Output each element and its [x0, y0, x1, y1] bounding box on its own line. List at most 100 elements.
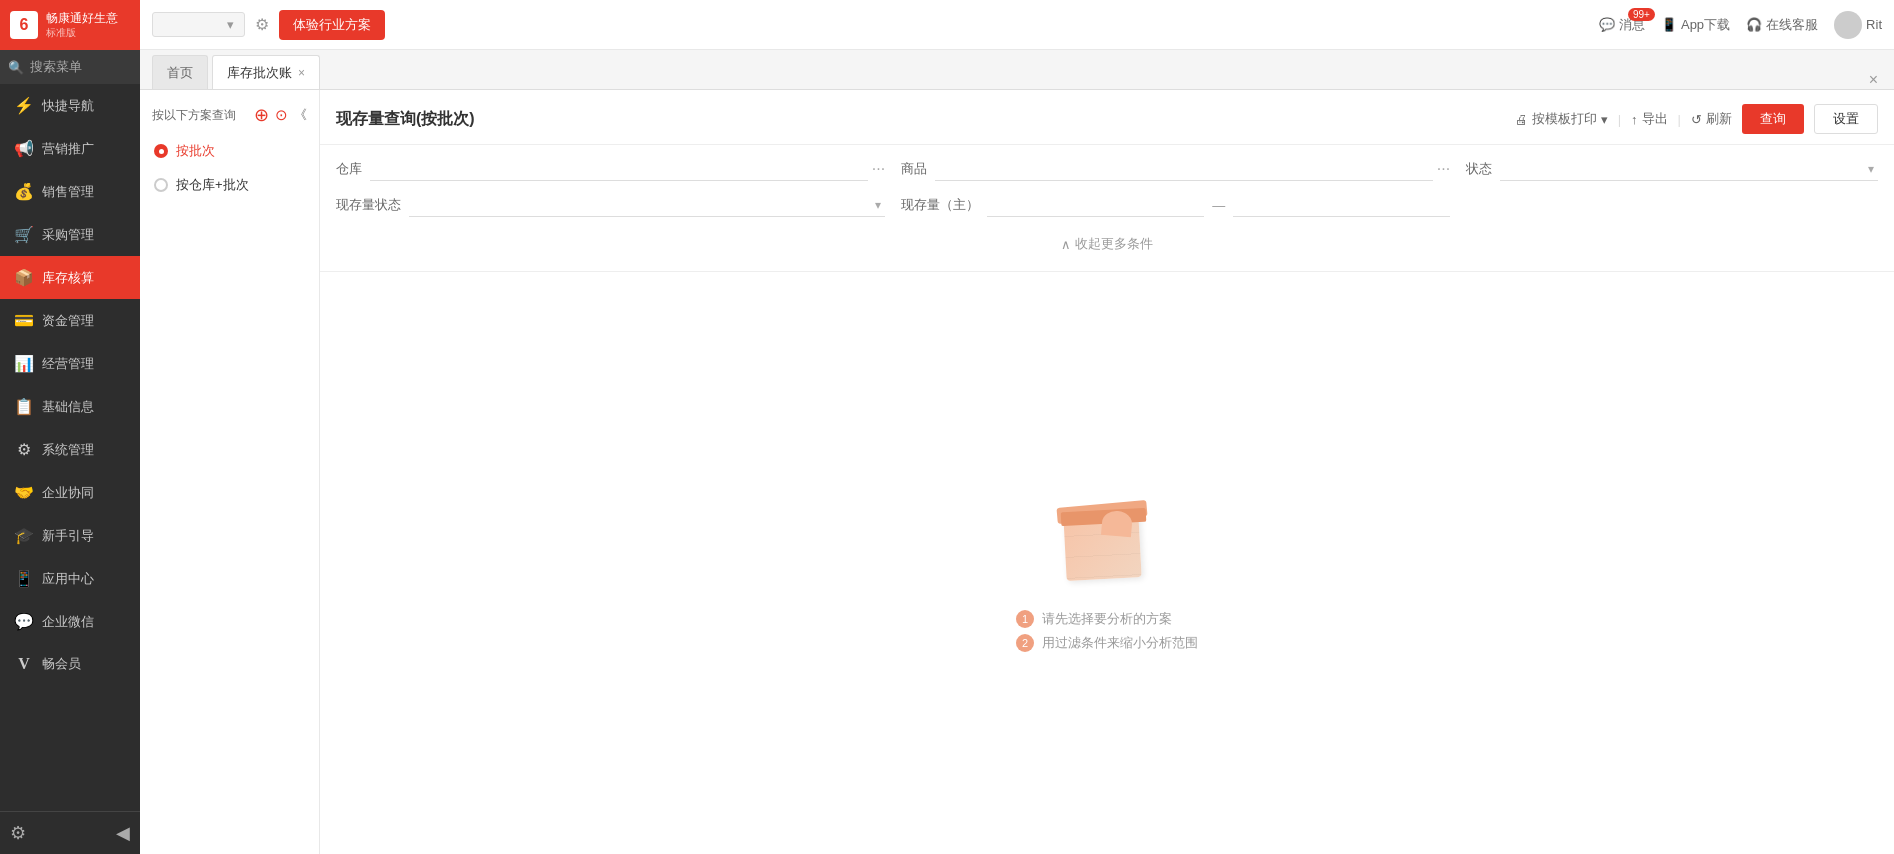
sidebar-item-purchase[interactable]: 🛒 采购管理: [0, 213, 140, 256]
newbie-icon: 🎓: [14, 526, 34, 545]
scheme-settings-btn[interactable]: ⊙: [275, 106, 288, 124]
quick-nav-icon: ⚡: [14, 96, 34, 115]
sidebar-item-system[interactable]: ⚙ 系统管理: [0, 428, 140, 471]
tab-close-icon[interactable]: ×: [298, 66, 305, 80]
warehouse-label: 仓库: [336, 160, 362, 178]
empty-hint-2: 2 用过滤条件来缩小分析范围: [1016, 634, 1198, 652]
hint-text-2: 用过滤条件来缩小分析范围: [1042, 634, 1198, 652]
tab-batch-account[interactable]: 库存批次账 ×: [212, 55, 320, 89]
sidebar-item-label: 资金管理: [42, 312, 94, 330]
app-version: 标准版: [46, 26, 118, 40]
sidebar-item-label: 库存核算: [42, 269, 94, 287]
inventory-qty-range: —: [987, 193, 1450, 217]
sidebar-brand: 畅康通好生意 标准版: [46, 10, 118, 41]
main-container: ▾ ⚙ 体验行业方案 💬 消息 99+ 📱 App下载 🎧 在线客服 Rit: [140, 0, 1894, 854]
messages-btn[interactable]: 💬 消息 99+: [1599, 16, 1645, 34]
basic-icon: 📋: [14, 397, 34, 416]
sidebar-item-newbie[interactable]: 🎓 新手引导: [0, 514, 140, 557]
username-label: Rit: [1866, 17, 1882, 32]
product-dots-btn[interactable]: ···: [1437, 160, 1450, 178]
sidebar-nav: ⚡ 快捷导航 📢 营销推广 💰 销售管理 🛒 采购管理 📦 库存核算 💳 资金管…: [0, 84, 140, 811]
sidebar-item-inventory[interactable]: 📦 库存核算: [0, 256, 140, 299]
warehouse-input[interactable]: [370, 157, 868, 181]
wechat-icon: 💬: [14, 612, 34, 631]
query-btn[interactable]: 查询: [1742, 104, 1804, 134]
scheme-by-warehouse-batch[interactable]: 按仓库+批次: [140, 168, 319, 202]
tabs-bar: 首页 库存批次账 × ×: [140, 50, 1894, 90]
empty-hints: 1 请先选择要分析的方案 2 用过滤条件来缩小分析范围: [1016, 610, 1198, 652]
tab-home[interactable]: 首页: [152, 55, 208, 89]
sidebar-item-label: 企业微信: [42, 613, 94, 631]
refresh-icon: ↺: [1691, 112, 1702, 127]
export-btn[interactable]: ↑ 导出: [1631, 110, 1668, 128]
refresh-btn[interactable]: ↺ 刷新: [1691, 110, 1732, 128]
scheme-by-batch[interactable]: 按批次: [140, 134, 319, 168]
sidebar-item-operation[interactable]: 📊 经营管理: [0, 342, 140, 385]
avatar: [1834, 11, 1862, 39]
topbar-gear-icon[interactable]: ⚙: [255, 15, 269, 34]
sales-icon: 💰: [14, 182, 34, 201]
inventory-status-select[interactable]: [409, 193, 885, 217]
sidebar-item-appstore[interactable]: 📱 应用中心: [0, 557, 140, 600]
trial-btn[interactable]: 体验行业方案: [279, 10, 385, 40]
content-area: 按以下方案查询 ⊕ ⊙ 《 按批次 按仓库+批次 现存量查询(按批次): [140, 90, 1894, 854]
filter-row-2: 现存量状态 ▾ 现存量（主） —: [336, 193, 1878, 217]
collapse-left-btn[interactable]: 《: [294, 106, 307, 124]
app-download-btn[interactable]: 📱 App下载: [1661, 16, 1730, 34]
inventory-qty-from[interactable]: [987, 193, 1204, 217]
print-icon: 🖨: [1515, 112, 1528, 127]
online-support-label: 在线客服: [1766, 16, 1818, 34]
sidebar-item-wechat[interactable]: 💬 企业微信: [0, 600, 140, 643]
footer-settings-btn[interactable]: ⚙: [10, 822, 26, 844]
inventory-qty-label: 现存量（主）: [901, 196, 979, 214]
left-panel-header: 按以下方案查询 ⊕ ⊙ 《: [140, 100, 319, 134]
messages-badge: 99+: [1628, 8, 1655, 21]
sidebar-header: 6 畅康通好生意 标准版: [0, 0, 140, 50]
sidebar-item-label: 畅会员: [42, 655, 81, 673]
sidebar-item-label: 企业协同: [42, 484, 94, 502]
radio-by-warehouse-batch: [154, 178, 168, 192]
sidebar-item-quick-nav[interactable]: ⚡ 快捷导航: [0, 84, 140, 127]
collapse-label: 收起更多条件: [1075, 235, 1153, 253]
collapse-bar[interactable]: ∧ 收起更多条件: [336, 229, 1878, 259]
breadcrumb-dropdown-icon[interactable]: ▾: [227, 17, 234, 32]
page-header: 现存量查询(按批次) 🖨 按模板打印 ▾ | ↑ 导出 | ↺: [320, 90, 1894, 145]
status-select[interactable]: [1500, 157, 1878, 181]
status-label: 状态: [1466, 160, 1492, 178]
left-panel: 按以下方案查询 ⊕ ⊙ 《 按批次 按仓库+批次: [140, 90, 320, 854]
operation-icon: 📊: [14, 354, 34, 373]
search-icon: 🔍: [8, 60, 24, 75]
close-panel-btn[interactable]: ×: [1869, 71, 1878, 89]
separator-2: |: [1678, 112, 1681, 127]
product-input[interactable]: [935, 157, 1433, 181]
product-filter: 商品 ···: [901, 157, 1450, 181]
scheme-by-batch-label: 按批次: [176, 142, 215, 160]
empty-illustration: [1047, 474, 1167, 594]
print-dropdown-icon[interactable]: ▾: [1601, 112, 1608, 127]
add-scheme-btn[interactable]: ⊕: [254, 104, 269, 126]
status-filter: 状态 ▾: [1466, 157, 1878, 181]
finance-icon: 💳: [14, 311, 34, 330]
online-support-btn[interactable]: 🎧 在线客服: [1746, 16, 1818, 34]
inventory-qty-to[interactable]: [1233, 193, 1450, 217]
sidebar-item-sales[interactable]: 💰 销售管理: [0, 170, 140, 213]
sidebar-item-vip[interactable]: V 畅会员: [0, 643, 140, 685]
sidebar-item-label: 销售管理: [42, 183, 94, 201]
user-avatar-area[interactable]: Rit: [1834, 11, 1882, 39]
settings-btn[interactable]: 设置: [1814, 104, 1878, 134]
search-menu[interactable]: 🔍 搜索菜单: [0, 50, 140, 84]
footer-collapse-btn[interactable]: ◀: [116, 822, 130, 844]
vip-icon: V: [14, 655, 34, 673]
sidebar-item-label: 系统管理: [42, 441, 94, 459]
topbar-actions: 💬 消息 99+ 📱 App下载 🎧 在线客服 Rit: [1599, 11, 1882, 39]
sidebar-item-enterprise[interactable]: 🤝 企业协同: [0, 471, 140, 514]
breadcrumb[interactable]: ▾: [152, 12, 245, 37]
left-panel-header-actions: ⊕ ⊙ 《: [254, 104, 307, 126]
sidebar-item-label: 快捷导航: [42, 97, 94, 115]
sidebar-item-finance[interactable]: 💳 资金管理: [0, 299, 140, 342]
warehouse-dots-btn[interactable]: ···: [872, 160, 885, 178]
print-btn[interactable]: 🖨 按模板打印 ▾: [1515, 110, 1608, 128]
tab-home-label: 首页: [167, 64, 193, 82]
sidebar-item-marketing[interactable]: 📢 营销推广: [0, 127, 140, 170]
sidebar-item-basic[interactable]: 📋 基础信息: [0, 385, 140, 428]
